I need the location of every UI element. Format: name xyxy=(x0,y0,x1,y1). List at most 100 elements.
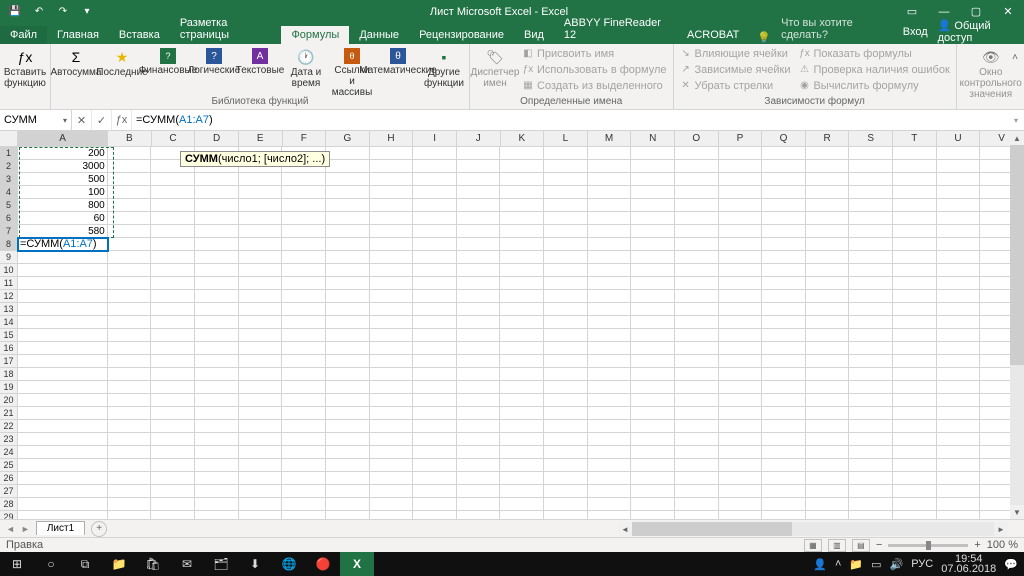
cell[interactable] xyxy=(588,381,632,394)
cell[interactable] xyxy=(195,173,239,186)
cell[interactable] xyxy=(588,446,632,459)
cell[interactable] xyxy=(544,303,588,316)
cell[interactable] xyxy=(282,407,326,420)
cell[interactable] xyxy=(631,303,675,316)
cell[interactable] xyxy=(18,368,108,381)
cell[interactable] xyxy=(326,472,370,485)
cell[interactable] xyxy=(457,303,501,316)
cell[interactable]: 3000 xyxy=(18,160,108,173)
cell[interactable] xyxy=(544,355,588,368)
cell[interactable] xyxy=(937,329,981,342)
cell[interactable] xyxy=(893,342,937,355)
cell[interactable] xyxy=(457,420,501,433)
cell[interactable] xyxy=(195,303,239,316)
cell[interactable] xyxy=(282,329,326,342)
cell[interactable] xyxy=(239,225,283,238)
cell[interactable] xyxy=(719,433,763,446)
row-header[interactable]: 25 xyxy=(0,459,18,472)
cell[interactable] xyxy=(893,472,937,485)
cell[interactable] xyxy=(18,420,108,433)
cell[interactable] xyxy=(849,368,893,381)
cell[interactable] xyxy=(631,199,675,212)
cell[interactable] xyxy=(937,225,981,238)
cell[interactable] xyxy=(282,355,326,368)
cell[interactable] xyxy=(457,316,501,329)
cell[interactable] xyxy=(849,459,893,472)
cell[interactable] xyxy=(413,511,457,519)
cell[interactable] xyxy=(762,459,806,472)
cell[interactable] xyxy=(675,498,719,511)
cell[interactable] xyxy=(588,186,632,199)
cell[interactable] xyxy=(544,394,588,407)
cell[interactable] xyxy=(588,277,632,290)
cell[interactable] xyxy=(195,199,239,212)
cell[interactable] xyxy=(675,381,719,394)
cell[interactable] xyxy=(239,433,283,446)
row-header[interactable]: 12 xyxy=(0,290,18,303)
cell[interactable] xyxy=(326,238,370,251)
cell[interactable] xyxy=(631,264,675,277)
taskbar-item[interactable]: 🗂 xyxy=(204,552,238,576)
cell[interactable] xyxy=(370,173,414,186)
cell[interactable] xyxy=(762,498,806,511)
cell[interactable] xyxy=(457,342,501,355)
cell[interactable] xyxy=(849,498,893,511)
cell[interactable] xyxy=(849,342,893,355)
share-button[interactable]: 👤 Общий доступ xyxy=(938,19,1018,44)
cell[interactable] xyxy=(282,264,326,277)
cell[interactable] xyxy=(108,355,152,368)
row-header[interactable]: 19 xyxy=(0,381,18,394)
cell[interactable] xyxy=(806,225,850,238)
cell[interactable] xyxy=(108,316,152,329)
cell[interactable]: 100 xyxy=(18,186,108,199)
cell[interactable] xyxy=(806,186,850,199)
cell[interactable] xyxy=(588,355,632,368)
zoom-handle[interactable] xyxy=(926,541,931,550)
cell[interactable] xyxy=(282,199,326,212)
cell[interactable] xyxy=(151,368,195,381)
cell[interactable] xyxy=(195,498,239,511)
cell[interactable] xyxy=(544,511,588,519)
cell[interactable] xyxy=(849,173,893,186)
cell[interactable] xyxy=(195,459,239,472)
cell[interactable] xyxy=(631,433,675,446)
cell[interactable] xyxy=(588,212,632,225)
cell[interactable] xyxy=(806,264,850,277)
col-header-R[interactable]: R xyxy=(806,131,850,147)
cell[interactable] xyxy=(413,381,457,394)
cell[interactable] xyxy=(937,173,981,186)
cell[interactable] xyxy=(893,212,937,225)
cell[interactable] xyxy=(675,459,719,472)
cell[interactable] xyxy=(239,498,283,511)
sign-in-link[interactable]: Вход xyxy=(903,26,928,38)
taskbar-item[interactable]: ⬇ xyxy=(238,552,272,576)
cell[interactable] xyxy=(544,173,588,186)
logical-button[interactable]: ?Логические xyxy=(193,46,235,76)
cell[interactable] xyxy=(675,433,719,446)
cell[interactable] xyxy=(500,251,544,264)
cell[interactable] xyxy=(326,433,370,446)
cell[interactable] xyxy=(762,238,806,251)
cell[interactable] xyxy=(282,316,326,329)
col-header-C[interactable]: C xyxy=(152,131,196,147)
cell[interactable] xyxy=(675,264,719,277)
cell[interactable] xyxy=(937,355,981,368)
cell[interactable] xyxy=(457,251,501,264)
cell[interactable] xyxy=(500,277,544,290)
row-header[interactable]: 14 xyxy=(0,316,18,329)
cell[interactable] xyxy=(631,498,675,511)
cell[interactable] xyxy=(326,355,370,368)
cell[interactable] xyxy=(937,381,981,394)
cell[interactable] xyxy=(370,420,414,433)
cell[interactable] xyxy=(108,485,152,498)
file-tab[interactable]: Файл xyxy=(0,26,47,44)
col-header-E[interactable]: E xyxy=(239,131,283,147)
cell[interactable] xyxy=(18,407,108,420)
cell[interactable] xyxy=(719,511,763,519)
cell[interactable] xyxy=(719,446,763,459)
cell[interactable] xyxy=(457,368,501,381)
tray-people-icon[interactable]: 👤 xyxy=(813,558,827,571)
cell[interactable] xyxy=(195,329,239,342)
name-box[interactable]: СУММ▾ xyxy=(0,110,72,130)
cell[interactable] xyxy=(195,277,239,290)
